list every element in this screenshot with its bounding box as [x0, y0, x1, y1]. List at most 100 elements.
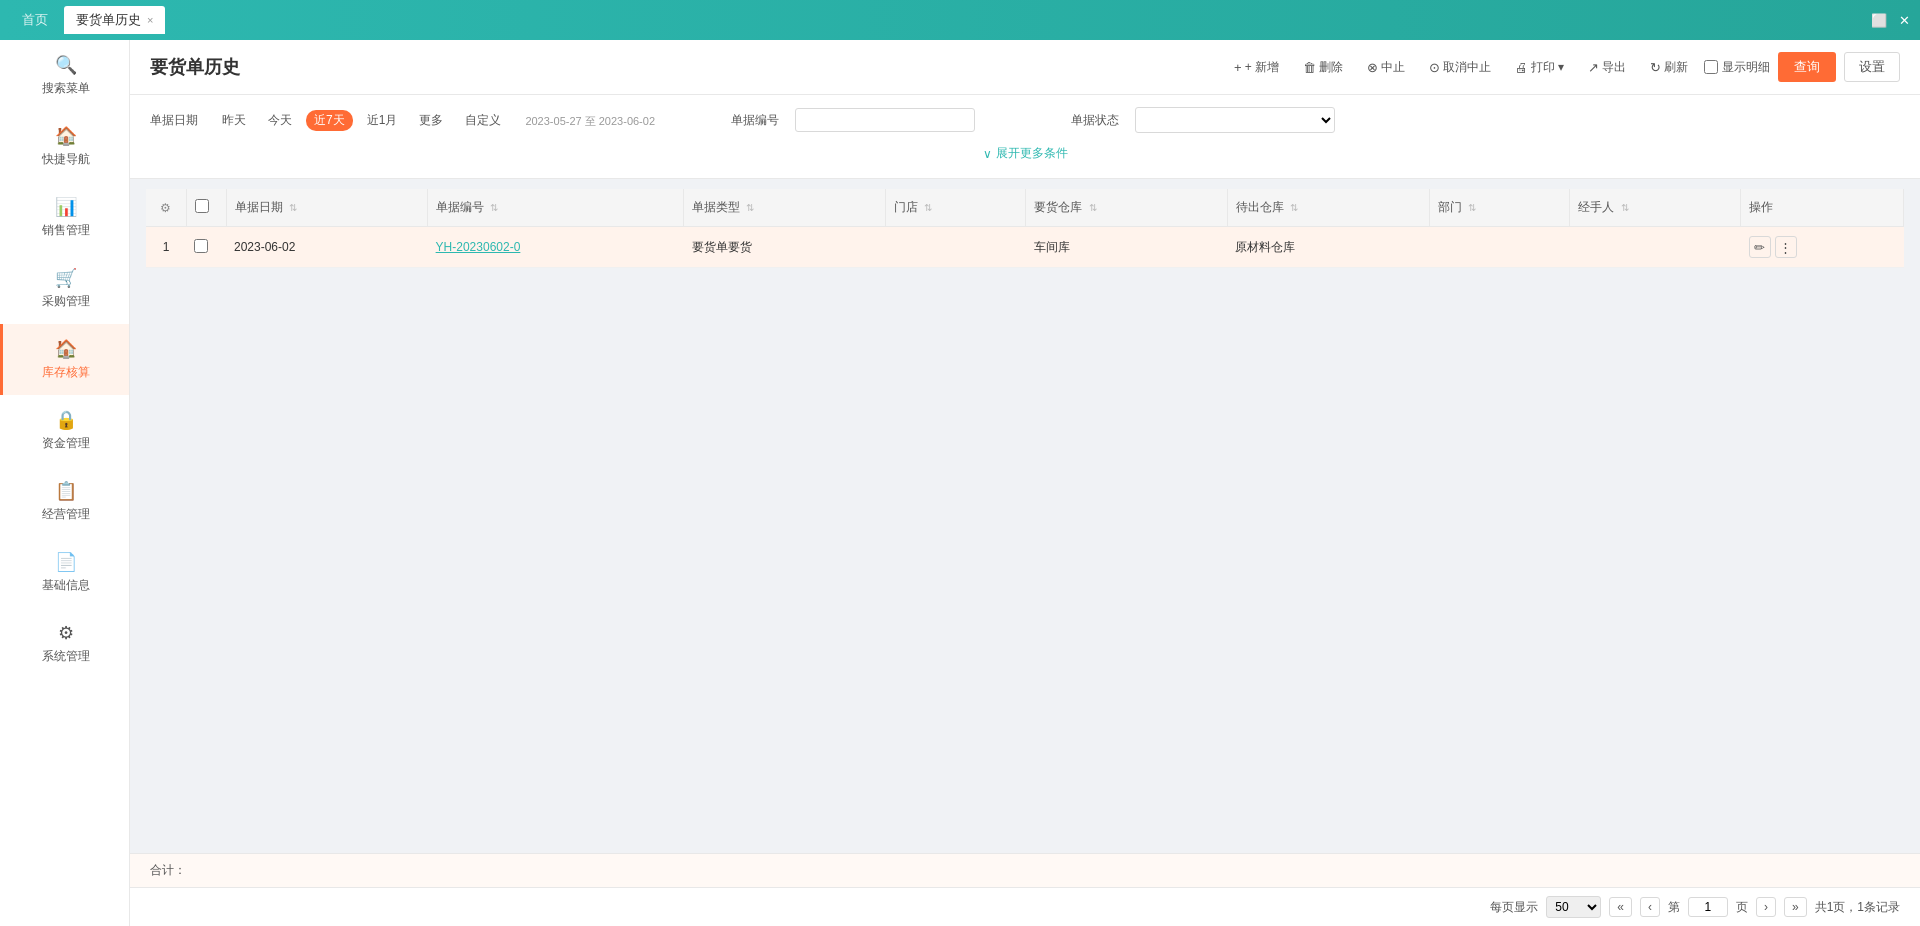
sidebar-item-purchase[interactable]: 🛒 采购管理 — [0, 253, 129, 324]
sidebar-item-quick-nav[interactable]: 🏠 快捷导航 — [0, 111, 129, 182]
col-store: 门店 ⇅ — [885, 189, 1026, 227]
row-pending-warehouse: 原材料仓库 — [1227, 227, 1429, 268]
sidebar-item-inventory[interactable]: 🏠 库存核算 — [0, 324, 129, 395]
sidebar-item-base-info[interactable]: 📄 基础信息 — [0, 537, 129, 608]
delete-button[interactable]: 🗑 删除 — [1295, 54, 1351, 81]
sort-icon-date[interactable]: ⇅ — [289, 202, 297, 213]
print-button[interactable]: 🖨 打印 ▾ — [1507, 54, 1572, 81]
col-req-warehouse: 要货仓库 ⇅ — [1026, 189, 1228, 227]
status-label: 单据状态 — [1071, 112, 1119, 129]
row-req-warehouse: 车间库 — [1026, 227, 1228, 268]
row-doc-type: 要货单要货 — [684, 227, 886, 268]
sort-icon-doc-no[interactable]: ⇅ — [490, 202, 498, 213]
setting-button[interactable]: 设置 — [1844, 52, 1900, 82]
sidebar-item-operations[interactable]: 📋 经营管理 — [0, 466, 129, 537]
page-size-select[interactable]: 50 10 20 100 — [1546, 896, 1601, 918]
sidebar-item-system[interactable]: ⚙ 系统管理 — [0, 608, 129, 679]
clipboard-icon: 📋 — [55, 480, 77, 502]
table-header: ⚙ 单据日期 ⇅ 单据编号 ⇅ — [146, 189, 1904, 227]
top-bar: 首页 要货单历史 × ⬜ ✕ — [0, 0, 1920, 40]
cancel-icon: ⊙ — [1429, 60, 1440, 75]
sort-icon-pending-warehouse[interactable]: ⇅ — [1290, 202, 1298, 213]
cancel-stop-button[interactable]: ⊙ 取消中止 — [1421, 54, 1499, 81]
col-date: 单据日期 ⇅ — [226, 189, 428, 227]
sidebar-item-sales[interactable]: 📊 销售管理 — [0, 182, 129, 253]
tab-requisition-history[interactable]: 要货单历史 × — [64, 6, 165, 34]
export-button[interactable]: ↗ 导出 — [1580, 54, 1634, 81]
stop-icon: ⊗ — [1367, 60, 1378, 75]
pagination-bar: 每页显示 50 10 20 100 « ‹ 第 页 › » 共1页，1条记录 — [130, 887, 1920, 926]
sidebar-item-finance[interactable]: 🔒 资金管理 — [0, 395, 129, 466]
date-filter-label: 单据日期 — [150, 112, 198, 129]
refresh-icon: ↻ — [1650, 60, 1661, 75]
col-handler: 经手人 ⇅ — [1570, 189, 1741, 227]
stop-button[interactable]: ⊗ 中止 — [1359, 54, 1413, 81]
date-shortcut-today[interactable]: 今天 — [260, 110, 300, 131]
doc-no-label: 单据编号 — [731, 112, 779, 129]
tab-bar: 首页 要货单历史 × — [10, 6, 1871, 34]
trash-icon: 🗑 — [1303, 60, 1316, 75]
date-shortcut-more[interactable]: 更多 — [411, 110, 451, 131]
row-checkbox[interactable] — [186, 227, 226, 268]
gear-icon: ⚙ — [58, 622, 74, 644]
print-dropdown-icon: ▾ — [1558, 60, 1564, 74]
row-edit-icon[interactable]: ✏ — [1749, 236, 1771, 258]
sort-icon-store[interactable]: ⇅ — [924, 202, 932, 213]
settings-icon[interactable]: ⚙ — [160, 201, 171, 215]
sort-icon-req-warehouse[interactable]: ⇅ — [1089, 202, 1097, 213]
data-table: ⚙ 单据日期 ⇅ 单据编号 ⇅ — [146, 189, 1904, 268]
row-doc-no[interactable]: YH-20230602-0 — [428, 227, 684, 268]
tab-home[interactable]: 首页 — [10, 6, 60, 34]
lock-icon: 🔒 — [55, 409, 77, 431]
row-more-icon[interactable]: ⋮ — [1775, 236, 1797, 258]
table-row: 1 2023-06-02 YH-20230602-0 要货单要货 车间库 原材料… — [146, 227, 1904, 268]
cart-icon: 🛒 — [55, 267, 77, 289]
row-date: 2023-06-02 — [226, 227, 428, 268]
show-detail-toggle[interactable]: 显示明细 — [1704, 59, 1770, 76]
filter-row-1: 单据日期 昨天 今天 近7天 近1月 更多 自定义 2023-05-27 至 2… — [150, 107, 1900, 133]
page-title: 要货单历史 — [150, 55, 240, 79]
last-page-button[interactable]: » — [1784, 897, 1807, 917]
prev-page-button[interactable]: ‹ — [1640, 897, 1660, 917]
window-resize-icon[interactable]: ⬜ — [1871, 13, 1887, 28]
row-handler — [1570, 227, 1741, 268]
print-icon: 🖨 — [1515, 60, 1528, 75]
doc-no-input[interactable] — [795, 108, 975, 132]
row-index: 1 — [146, 227, 186, 268]
query-button[interactable]: 查询 — [1778, 52, 1836, 82]
status-select[interactable] — [1135, 107, 1335, 133]
sort-icon-doc-type[interactable]: ⇅ — [746, 202, 754, 213]
inventory-icon: 🏠 — [55, 338, 77, 360]
date-shortcut-custom[interactable]: 自定义 — [457, 110, 509, 131]
show-detail-checkbox[interactable] — [1704, 60, 1718, 74]
sort-icon-dept[interactable]: ⇅ — [1468, 202, 1476, 213]
sidebar: 🔍 搜索菜单 🏠 快捷导航 📊 销售管理 🛒 采购管理 🏠 库存核算 🔒 资金管… — [0, 40, 130, 926]
export-icon: ↗ — [1588, 60, 1599, 75]
date-shortcut-1month[interactable]: 近1月 — [359, 110, 406, 131]
chevron-down-icon: ∨ — [983, 147, 992, 161]
sort-icon-handler[interactable]: ⇅ — [1621, 202, 1629, 213]
row-store — [885, 227, 1026, 268]
sidebar-item-search-menu[interactable]: 🔍 搜索菜单 — [0, 40, 129, 111]
refresh-button[interactable]: ↻ 刷新 — [1642, 54, 1696, 81]
select-all-checkbox[interactable] — [195, 199, 209, 213]
row-actions: ✏ ⋮ — [1741, 227, 1904, 268]
date-shortcut-7days[interactable]: 近7天 — [306, 110, 353, 131]
plus-icon: + — [1234, 60, 1242, 75]
table-body: 1 2023-06-02 YH-20230602-0 要货单要货 车间库 原材料… — [146, 227, 1904, 268]
filter-area: 单据日期 昨天 今天 近7天 近1月 更多 自定义 2023-05-27 至 2… — [130, 95, 1920, 179]
col-doc-type: 单据类型 ⇅ — [684, 189, 886, 227]
date-range-display: 2023-05-27 至 2023-06-02 — [525, 112, 655, 129]
date-shortcut-yesterday[interactable]: 昨天 — [214, 110, 254, 131]
tab-close-icon[interactable]: × — [147, 14, 153, 26]
page-input[interactable] — [1688, 897, 1728, 917]
first-page-button[interactable]: « — [1609, 897, 1632, 917]
col-settings[interactable]: ⚙ — [146, 189, 186, 227]
col-action: 操作 — [1741, 189, 1904, 227]
window-close-icon[interactable]: ✕ — [1899, 13, 1910, 28]
col-dept: 部门 ⇅ — [1429, 189, 1570, 227]
window-controls: ⬜ ✕ — [1871, 13, 1910, 28]
expand-more-button[interactable]: ∨ 展开更多条件 — [150, 141, 1900, 166]
new-button[interactable]: + + 新增 — [1226, 54, 1287, 81]
next-page-button[interactable]: › — [1756, 897, 1776, 917]
